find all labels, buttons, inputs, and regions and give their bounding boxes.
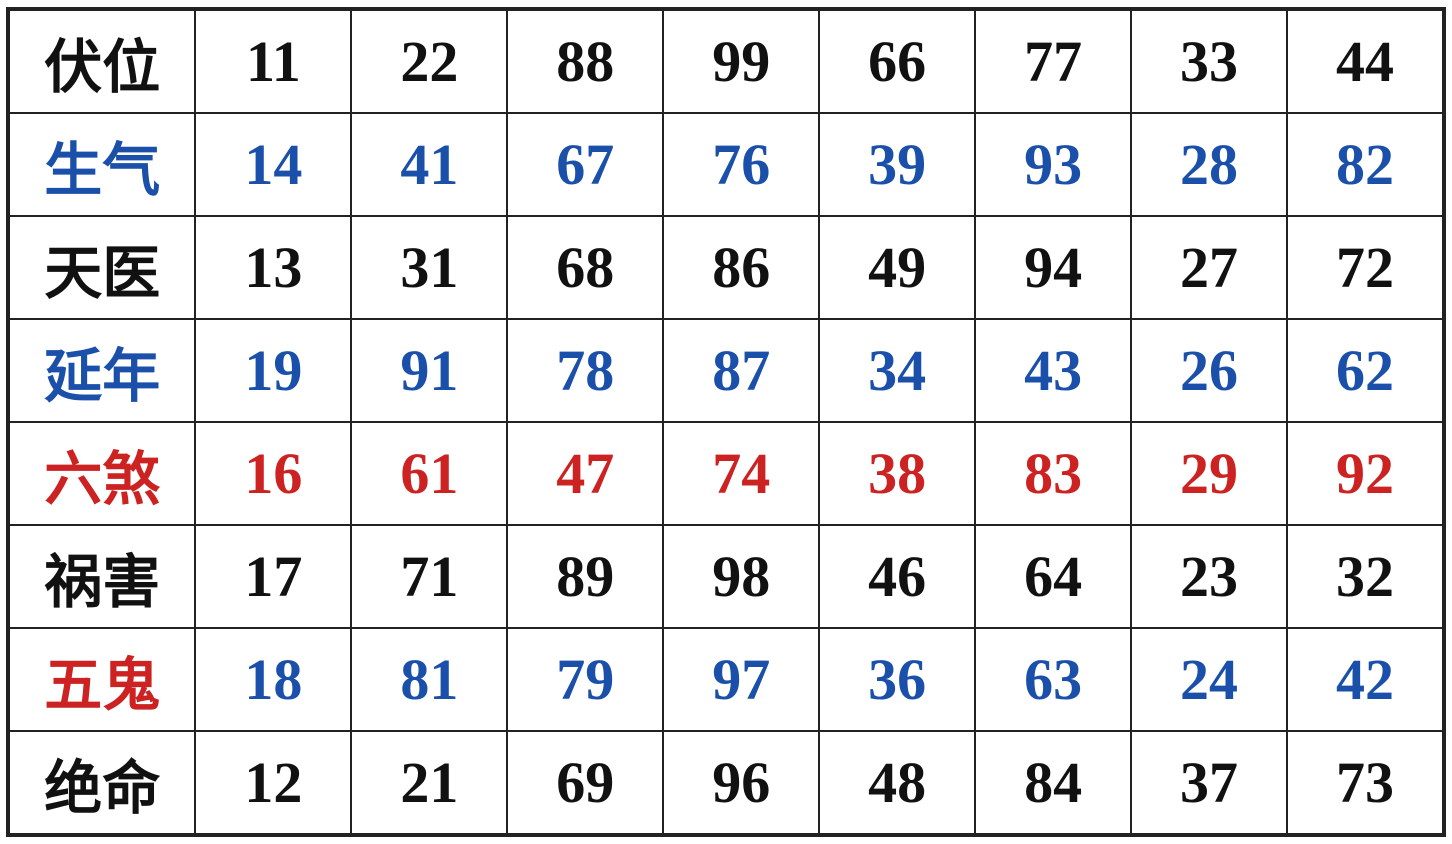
table-cell: 96 bbox=[663, 731, 819, 834]
table-row: 五鬼1881799736632442 bbox=[9, 628, 1443, 731]
table-cell: 89 bbox=[507, 525, 663, 628]
table-cell: 49 bbox=[819, 216, 975, 319]
table-cell: 24 bbox=[1131, 628, 1287, 731]
row-label: 伏位 bbox=[9, 10, 195, 113]
table-cell: 73 bbox=[1287, 731, 1443, 834]
table-cell: 69 bbox=[507, 731, 663, 834]
table-row: 伏位1122889966773344 bbox=[9, 10, 1443, 113]
table-cell: 84 bbox=[975, 731, 1131, 834]
table-row: 天医1331688649942772 bbox=[9, 216, 1443, 319]
table-cell: 14 bbox=[195, 113, 351, 216]
table-cell: 63 bbox=[975, 628, 1131, 731]
table-cell: 32 bbox=[1287, 525, 1443, 628]
table-cell: 83 bbox=[975, 422, 1131, 525]
table-cell: 43 bbox=[975, 319, 1131, 422]
row-label: 绝命 bbox=[9, 731, 195, 834]
table-cell: 91 bbox=[351, 319, 507, 422]
table-cell: 61 bbox=[351, 422, 507, 525]
table-cell: 86 bbox=[663, 216, 819, 319]
table-cell: 16 bbox=[195, 422, 351, 525]
table-cell: 67 bbox=[507, 113, 663, 216]
table-cell: 48 bbox=[819, 731, 975, 834]
table-cell: 66 bbox=[819, 10, 975, 113]
table-cell: 18 bbox=[195, 628, 351, 731]
table-cell: 77 bbox=[975, 10, 1131, 113]
table-cell: 23 bbox=[1131, 525, 1287, 628]
table-cell: 74 bbox=[663, 422, 819, 525]
table-cell: 28 bbox=[1131, 113, 1287, 216]
table-cell: 46 bbox=[819, 525, 975, 628]
table-cell: 98 bbox=[663, 525, 819, 628]
table-cell: 79 bbox=[507, 628, 663, 731]
main-table-container: 伏位1122889966773344生气1441677639932882天医13… bbox=[6, 7, 1446, 837]
table-cell: 72 bbox=[1287, 216, 1443, 319]
table-cell: 19 bbox=[195, 319, 351, 422]
table-row: 绝命1221699648843773 bbox=[9, 731, 1443, 834]
row-label: 祸害 bbox=[9, 525, 195, 628]
table-cell: 81 bbox=[351, 628, 507, 731]
table-cell: 92 bbox=[1287, 422, 1443, 525]
row-label: 延年 bbox=[9, 319, 195, 422]
table-cell: 38 bbox=[819, 422, 975, 525]
table-cell: 26 bbox=[1131, 319, 1287, 422]
table-cell: 17 bbox=[195, 525, 351, 628]
table-cell: 47 bbox=[507, 422, 663, 525]
table-cell: 78 bbox=[507, 319, 663, 422]
data-table: 伏位1122889966773344生气1441677639932882天医13… bbox=[8, 9, 1444, 835]
table-cell: 31 bbox=[351, 216, 507, 319]
row-label: 天医 bbox=[9, 216, 195, 319]
table-row: 祸害1771899846642332 bbox=[9, 525, 1443, 628]
table-cell: 12 bbox=[195, 731, 351, 834]
table-cell: 22 bbox=[351, 10, 507, 113]
table-cell: 82 bbox=[1287, 113, 1443, 216]
table-cell: 11 bbox=[195, 10, 351, 113]
table-cell: 34 bbox=[819, 319, 975, 422]
table-cell: 71 bbox=[351, 525, 507, 628]
table-cell: 64 bbox=[975, 525, 1131, 628]
table-cell: 93 bbox=[975, 113, 1131, 216]
table-cell: 13 bbox=[195, 216, 351, 319]
row-label: 生气 bbox=[9, 113, 195, 216]
table-cell: 88 bbox=[507, 10, 663, 113]
table-cell: 41 bbox=[351, 113, 507, 216]
table-cell: 39 bbox=[819, 113, 975, 216]
table-row: 六煞1661477438832992 bbox=[9, 422, 1443, 525]
table-cell: 33 bbox=[1131, 10, 1287, 113]
table-cell: 99 bbox=[663, 10, 819, 113]
row-label: 六煞 bbox=[9, 422, 195, 525]
table-cell: 37 bbox=[1131, 731, 1287, 834]
table-cell: 62 bbox=[1287, 319, 1443, 422]
row-label: 五鬼 bbox=[9, 628, 195, 731]
table-cell: 97 bbox=[663, 628, 819, 731]
table-row: 生气1441677639932882 bbox=[9, 113, 1443, 216]
table-cell: 29 bbox=[1131, 422, 1287, 525]
table-row: 延年1991788734432662 bbox=[9, 319, 1443, 422]
table-cell: 44 bbox=[1287, 10, 1443, 113]
table-cell: 42 bbox=[1287, 628, 1443, 731]
table-cell: 27 bbox=[1131, 216, 1287, 319]
table-cell: 21 bbox=[351, 731, 507, 834]
table-cell: 36 bbox=[819, 628, 975, 731]
table-cell: 68 bbox=[507, 216, 663, 319]
table-cell: 76 bbox=[663, 113, 819, 216]
table-cell: 87 bbox=[663, 319, 819, 422]
table-cell: 94 bbox=[975, 216, 1131, 319]
